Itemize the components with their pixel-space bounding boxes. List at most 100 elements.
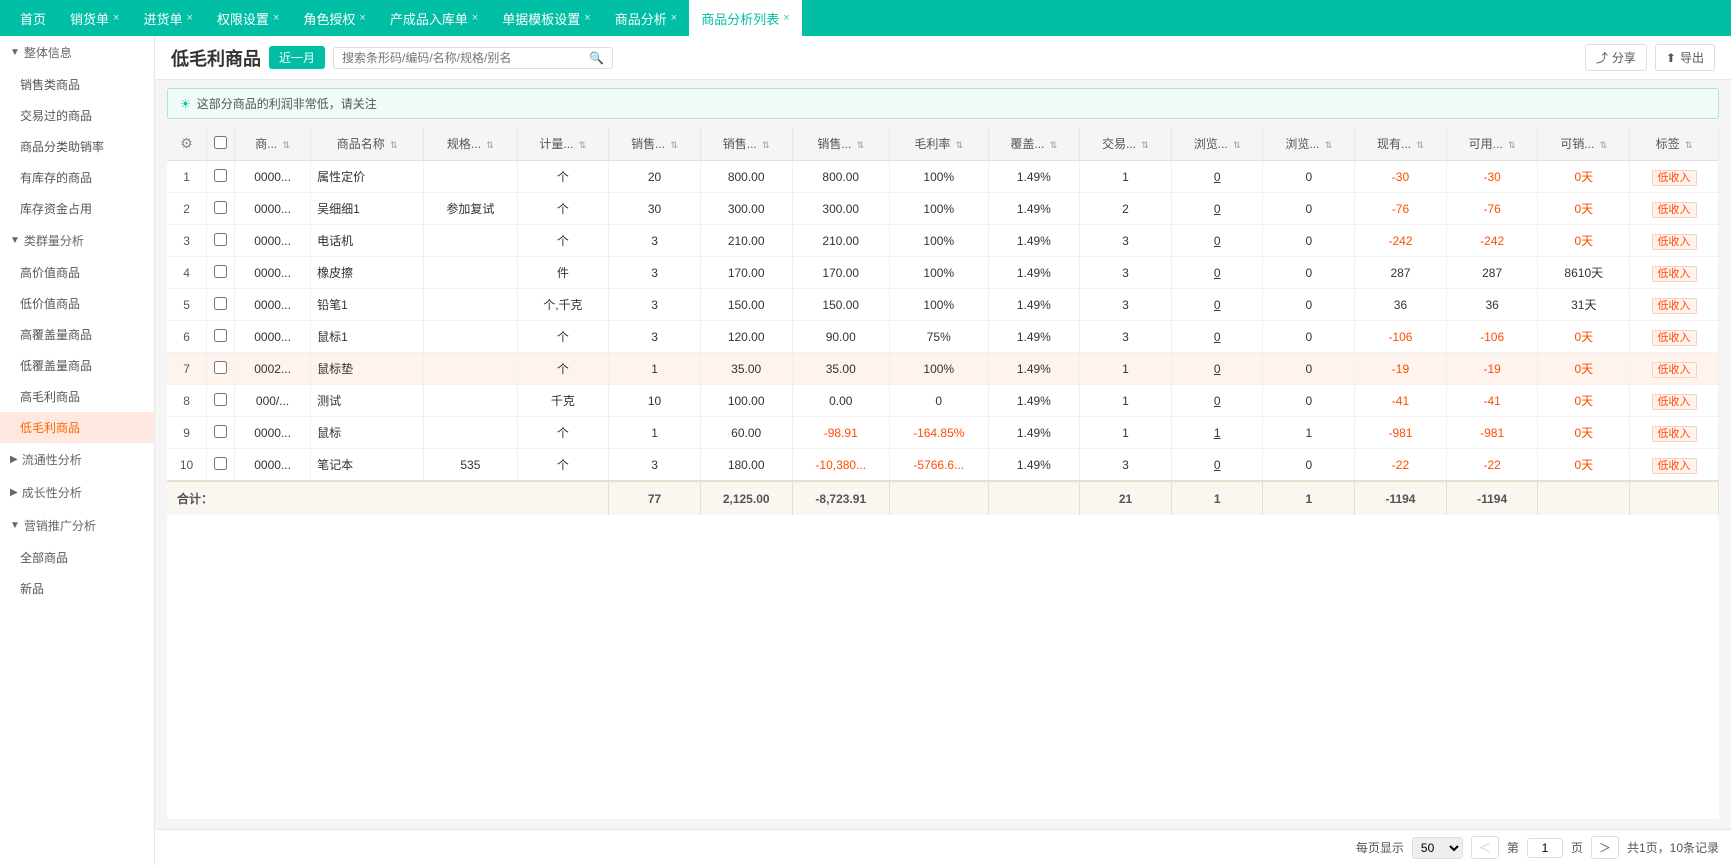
row-view1[interactable]: 0	[1171, 449, 1263, 482]
next-page-button[interactable]: ＞	[1591, 836, 1619, 859]
row-view1[interactable]: 0	[1171, 161, 1263, 193]
settings-icon[interactable]: ⚙	[180, 135, 193, 151]
sort-icon: ⇅	[956, 140, 964, 150]
row-view1[interactable]: 0	[1171, 225, 1263, 257]
row-checkbox[interactable]	[214, 233, 227, 246]
sidebar-group-cluster[interactable]: ▼ 类群量分析	[0, 224, 154, 257]
tag-badge: 低收入	[1652, 234, 1697, 250]
row-checkbox[interactable]	[214, 169, 227, 182]
row-checkbox[interactable]	[214, 201, 227, 214]
row-checkbox[interactable]	[214, 297, 227, 310]
col-settings[interactable]: ⚙	[167, 127, 207, 161]
col-coverage[interactable]: 覆盖... ⇅	[988, 127, 1080, 161]
row-view2: 0	[1263, 257, 1355, 289]
col-view2[interactable]: 浏览... ⇅	[1263, 127, 1355, 161]
nav-product-stock[interactable]: 产成品入库单 ×	[378, 0, 490, 36]
sidebar-item-new-products[interactable]: 新品	[0, 573, 154, 604]
col-spec[interactable]: 规格... ⇅	[424, 127, 517, 161]
col-gross-margin[interactable]: 毛利率 ⇅	[890, 127, 989, 161]
nav-purchase-order[interactable]: 进货单 ×	[131, 0, 204, 36]
sidebar-item-traded-products[interactable]: 交易过的商品	[0, 100, 154, 131]
tag-badge: 低收入	[1652, 394, 1697, 410]
sidebar-group-overall[interactable]: ▼ 整体信息	[0, 36, 154, 69]
row-view2: 0	[1263, 193, 1355, 225]
period-button[interactable]: 近一月	[269, 46, 325, 69]
col-code[interactable]: 商... ⇅	[235, 127, 311, 161]
close-icon[interactable]: ×	[472, 12, 478, 24]
sidebar-item-high-value[interactable]: 高价值商品	[0, 257, 154, 288]
share-button[interactable]: ⤴ 分享	[1585, 44, 1647, 71]
nav-role-auth[interactable]: 角色授权 ×	[291, 0, 377, 36]
col-sale-count[interactable]: 销售... ⇅	[609, 127, 701, 161]
page-number-input[interactable]	[1527, 838, 1563, 858]
prev-page-button[interactable]: ＜	[1471, 836, 1499, 859]
row-sale-amount: 100.00	[700, 385, 792, 417]
col-sale-amount[interactable]: 销售... ⇅	[700, 127, 792, 161]
close-icon[interactable]: ×	[186, 12, 192, 24]
close-icon[interactable]: ×	[113, 12, 119, 24]
close-icon[interactable]: ×	[671, 12, 677, 24]
sidebar-item-in-stock[interactable]: 有库存的商品	[0, 162, 154, 193]
close-icon[interactable]: ×	[783, 12, 789, 24]
chevron-down-icon: ▼	[10, 47, 20, 58]
horizontal-scrollbar[interactable]	[167, 819, 1719, 829]
row-code: 0000...	[235, 417, 311, 449]
sidebar-item-low-value[interactable]: 低价值商品	[0, 288, 154, 319]
row-checkbox[interactable]	[214, 393, 227, 406]
row-view1[interactable]: 0	[1171, 353, 1263, 385]
search-input[interactable]	[342, 51, 585, 65]
col-unit[interactable]: 计量... ⇅	[517, 127, 609, 161]
row-view1[interactable]: 0	[1171, 321, 1263, 353]
search-icon[interactable]: 🔍	[589, 51, 604, 65]
row-coverage: 1.49%	[988, 417, 1080, 449]
row-unit: 千克	[517, 385, 609, 417]
sidebar-group-growth[interactable]: ▶ 成长性分析	[0, 476, 154, 509]
sidebar-item-all-products[interactable]: 全部商品	[0, 542, 154, 573]
sidebar-item-high-coverage[interactable]: 高覆盖量商品	[0, 319, 154, 350]
row-checkbox[interactable]	[214, 361, 227, 374]
row-view1[interactable]: 0	[1171, 193, 1263, 225]
col-sale-profit[interactable]: 销售... ⇅	[792, 127, 890, 161]
col-tag[interactable]: 标签 ⇅	[1630, 127, 1719, 161]
row-tag: 低收入	[1630, 193, 1719, 225]
sidebar-item-sales-products[interactable]: 销售类商品	[0, 69, 154, 100]
row-view1[interactable]: 0	[1171, 257, 1263, 289]
row-view1[interactable]: 0	[1171, 385, 1263, 417]
row-tag: 低收入	[1630, 225, 1719, 257]
row-checkbox[interactable]	[214, 457, 227, 470]
row-view1[interactable]: 1	[1171, 417, 1263, 449]
nav-home[interactable]: 首页	[8, 0, 58, 36]
sidebar-item-low-margin[interactable]: 低毛利商品	[0, 412, 154, 443]
sidebar-group-marketing[interactable]: ▼ 营销推广分析	[0, 509, 154, 542]
page-size-select[interactable]: 50 100 200	[1412, 837, 1463, 859]
sidebar-item-high-margin[interactable]: 高毛利商品	[0, 381, 154, 412]
row-checkbox[interactable]	[214, 265, 227, 278]
sidebar-item-low-coverage[interactable]: 低覆盖量商品	[0, 350, 154, 381]
col-current[interactable]: 现有... ⇅	[1355, 127, 1447, 161]
close-icon[interactable]: ×	[273, 12, 279, 24]
row-sale-profit: 300.00	[792, 193, 890, 225]
nav-product-analysis-list[interactable]: 商品分析列表 ×	[689, 0, 801, 36]
row-checkbox[interactable]	[214, 329, 227, 342]
col-view1[interactable]: 浏览... ⇅	[1171, 127, 1263, 161]
col-trade[interactable]: 交易... ⇅	[1080, 127, 1172, 161]
sidebar-group-circulation[interactable]: ▶ 流通性分析	[0, 443, 154, 476]
close-icon[interactable]: ×	[359, 12, 365, 24]
nav-permission[interactable]: 权限设置 ×	[205, 0, 291, 36]
row-index: 8	[167, 385, 207, 417]
col-name[interactable]: 商品名称 ⇅	[311, 127, 424, 161]
col-saleable[interactable]: 可销... ⇅	[1538, 127, 1630, 161]
nav-sales-order[interactable]: 销货单 ×	[58, 0, 131, 36]
row-view1[interactable]: 0	[1171, 289, 1263, 321]
nav-template-setting[interactable]: 单据模板设置 ×	[490, 0, 602, 36]
row-checkbox[interactable]	[214, 425, 227, 438]
row-spec	[424, 161, 517, 193]
select-all-checkbox[interactable]	[214, 136, 227, 149]
nav-product-analysis[interactable]: 商品分析 ×	[603, 0, 689, 36]
sidebar-item-category-rate[interactable]: 商品分类助销率	[0, 131, 154, 162]
row-name: 笔记本	[311, 449, 424, 482]
close-icon[interactable]: ×	[584, 12, 590, 24]
export-button[interactable]: ⬆ 导出	[1655, 44, 1715, 71]
col-available[interactable]: 可用... ⇅	[1446, 127, 1538, 161]
sidebar-item-capital-usage[interactable]: 库存资金占用	[0, 193, 154, 224]
